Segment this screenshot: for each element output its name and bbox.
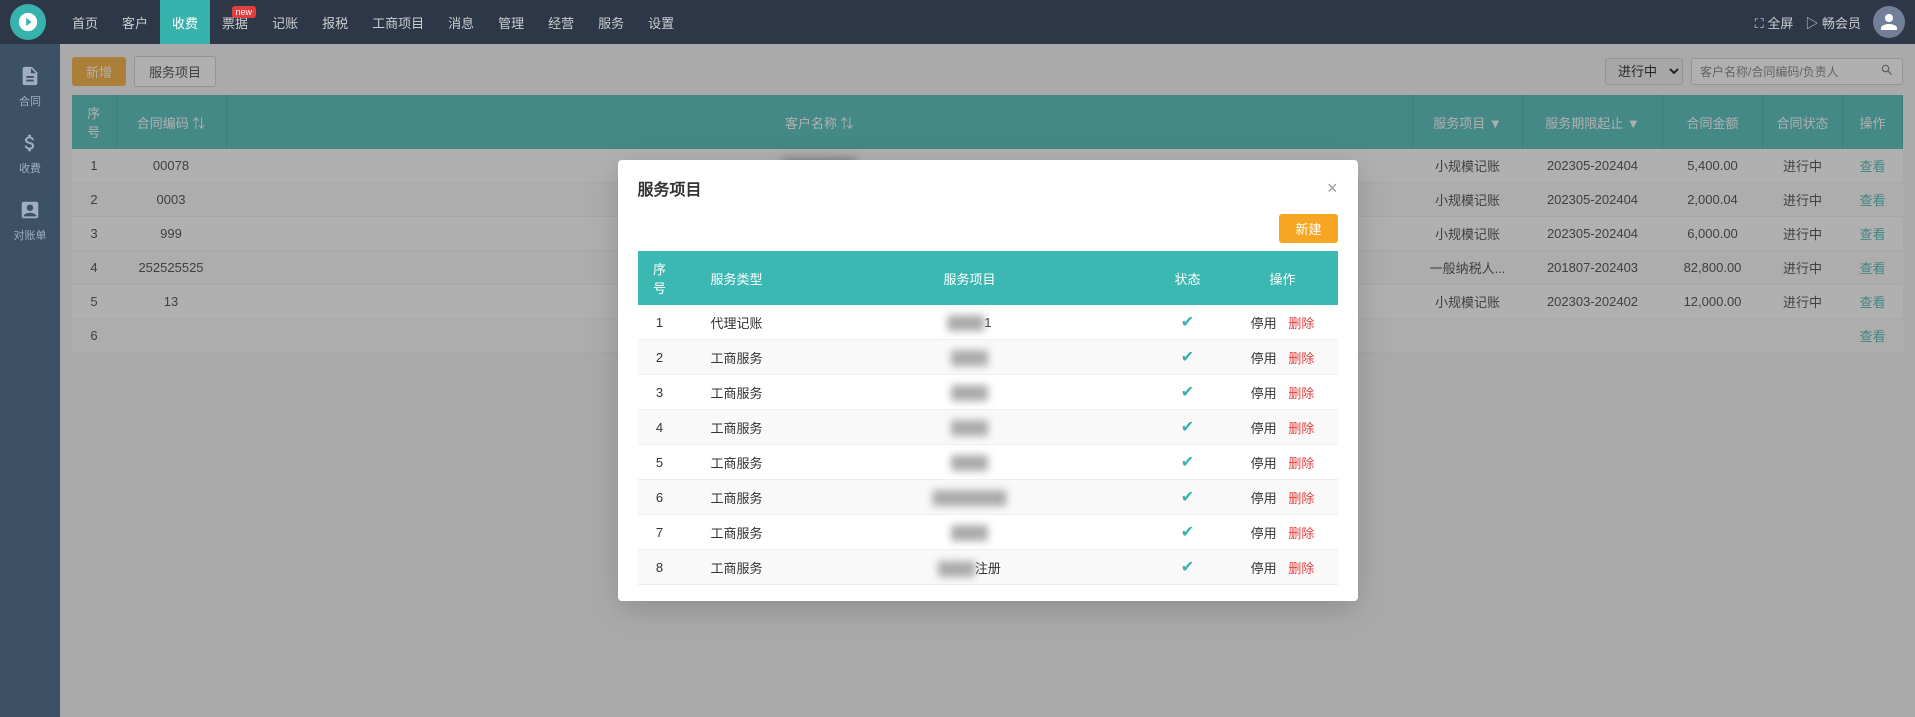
modal-new-button[interactable]: 新建: [1279, 214, 1337, 243]
stop-button[interactable]: 停用: [1251, 316, 1277, 331]
delete-button[interactable]: 删除: [1288, 421, 1314, 436]
status-check-icon: ✔: [1181, 349, 1194, 366]
fullscreen-btn[interactable]: ⛶ 全屏: [1755, 13, 1794, 32]
modal-col-project: 服务项目: [792, 251, 1148, 305]
modal-col-status: 状态: [1148, 251, 1228, 305]
modal-table-row: 5 工商服务 ████ ✔ 停用 删除: [638, 445, 1338, 480]
content-area: 新增 服务项目 进行中 全部 已终止 序号: [60, 44, 1915, 717]
modal-header: 服务项目 ×: [618, 160, 1358, 208]
nav-right: ⛶ 全屏 ▷ 畅会员: [1755, 6, 1905, 38]
delete-button[interactable]: 删除: [1288, 351, 1314, 366]
modal-table-row: 1 代理记账 ████1 ✔ 停用 删除: [638, 305, 1338, 340]
modal-toolbar: 新建: [618, 208, 1358, 251]
service-project-modal: 服务项目 × 新建 序号 服务类型 服务项目: [618, 160, 1358, 601]
modal-table-row: 2 工商服务 ████ ✔ 停用 删除: [638, 340, 1338, 375]
stop-button[interactable]: 停用: [1251, 386, 1277, 401]
delete-button[interactable]: 删除: [1288, 316, 1314, 331]
status-check-icon: ✔: [1181, 384, 1194, 401]
delete-button[interactable]: 删除: [1288, 456, 1314, 471]
stop-button[interactable]: 停用: [1251, 351, 1277, 366]
modal-table-row: 3 工商服务 ████ ✔ 停用 删除: [638, 375, 1338, 410]
stop-button[interactable]: 停用: [1251, 561, 1277, 576]
reconcile-icon: [16, 196, 44, 224]
nav-home[interactable]: 首页: [60, 0, 110, 44]
avatar[interactable]: [1873, 6, 1905, 38]
delete-button[interactable]: 删除: [1288, 561, 1314, 576]
delete-button[interactable]: 删除: [1288, 491, 1314, 506]
top-nav: 首页 客户 收费 票据 new 记账 报税 工商项目 消息 管理 经营 服务 设…: [0, 0, 1915, 44]
sidebar-item-fee[interactable]: 收费: [0, 121, 60, 184]
stop-button[interactable]: 停用: [1251, 456, 1277, 471]
modal-col-action: 操作: [1228, 251, 1338, 305]
modal-table: 序号 服务类型 服务项目 状态 操作 1 代理记账: [638, 251, 1338, 585]
delete-button[interactable]: 删除: [1288, 526, 1314, 541]
modal-body: 序号 服务类型 服务项目 状态 操作 1 代理记账: [618, 251, 1358, 601]
status-check-icon: ✔: [1181, 314, 1194, 331]
sidebar-item-reconcile[interactable]: 对账单: [0, 188, 60, 251]
modal-table-row: 4 工商服务 ████ ✔ 停用 删除: [638, 410, 1338, 445]
nav-industry[interactable]: 工商项目: [360, 0, 436, 44]
new-badge: new: [232, 6, 257, 18]
nav-tax[interactable]: 报税: [310, 0, 360, 44]
sidebar: 合同 收费 对账单: [0, 44, 60, 717]
stop-button[interactable]: 停用: [1251, 421, 1277, 436]
modal-table-row: 7 工商服务 ████ ✔ 停用 删除: [638, 515, 1338, 550]
nav-settings[interactable]: 设置: [636, 0, 686, 44]
status-check-icon: ✔: [1181, 489, 1194, 506]
fee-icon: [16, 129, 44, 157]
modal-col-num: 序号: [638, 251, 682, 305]
modal-title: 服务项目: [638, 176, 702, 200]
main-layout: 合同 收费 对账单 新增 服务项目 进行中 全部 已终止: [0, 44, 1915, 717]
nav-fee[interactable]: 收费: [160, 0, 210, 44]
modal-close-button[interactable]: ×: [1327, 179, 1338, 197]
modal-scroll-wrap: 序号 服务类型 服务项目 状态 操作 1 代理记账: [638, 251, 1338, 585]
nav-bookkeeping[interactable]: 记账: [260, 0, 310, 44]
contract-icon: [16, 62, 44, 90]
status-check-icon: ✔: [1181, 419, 1194, 436]
sidebar-item-contract[interactable]: 合同: [0, 54, 60, 117]
delete-button[interactable]: 删除: [1288, 386, 1314, 401]
app-logo[interactable]: [10, 4, 46, 40]
modal-table-row: 8 工商服务 ████注册 ✔ 停用 删除: [638, 550, 1338, 585]
nav-invoice[interactable]: 票据 new: [210, 0, 260, 44]
modal-overlay: 服务项目 × 新建 序号 服务类型 服务项目: [60, 44, 1915, 717]
status-check-icon: ✔: [1181, 454, 1194, 471]
status-check-icon: ✔: [1181, 559, 1194, 576]
modal-table-row: 6 工商服务 ████████ ✔ 停用 删除: [638, 480, 1338, 515]
nav-business[interactable]: 经营: [536, 0, 586, 44]
stop-button[interactable]: 停用: [1251, 491, 1277, 506]
status-check-icon: ✔: [1181, 524, 1194, 541]
nav-service[interactable]: 服务: [586, 0, 636, 44]
nav-manage[interactable]: 管理: [486, 0, 536, 44]
modal-col-type: 服务类型: [682, 251, 792, 305]
nav-customer[interactable]: 客户: [110, 0, 160, 44]
vip-btn[interactable]: ▷ 畅会员: [1805, 13, 1861, 32]
stop-button[interactable]: 停用: [1251, 526, 1277, 541]
nav-message[interactable]: 消息: [436, 0, 486, 44]
